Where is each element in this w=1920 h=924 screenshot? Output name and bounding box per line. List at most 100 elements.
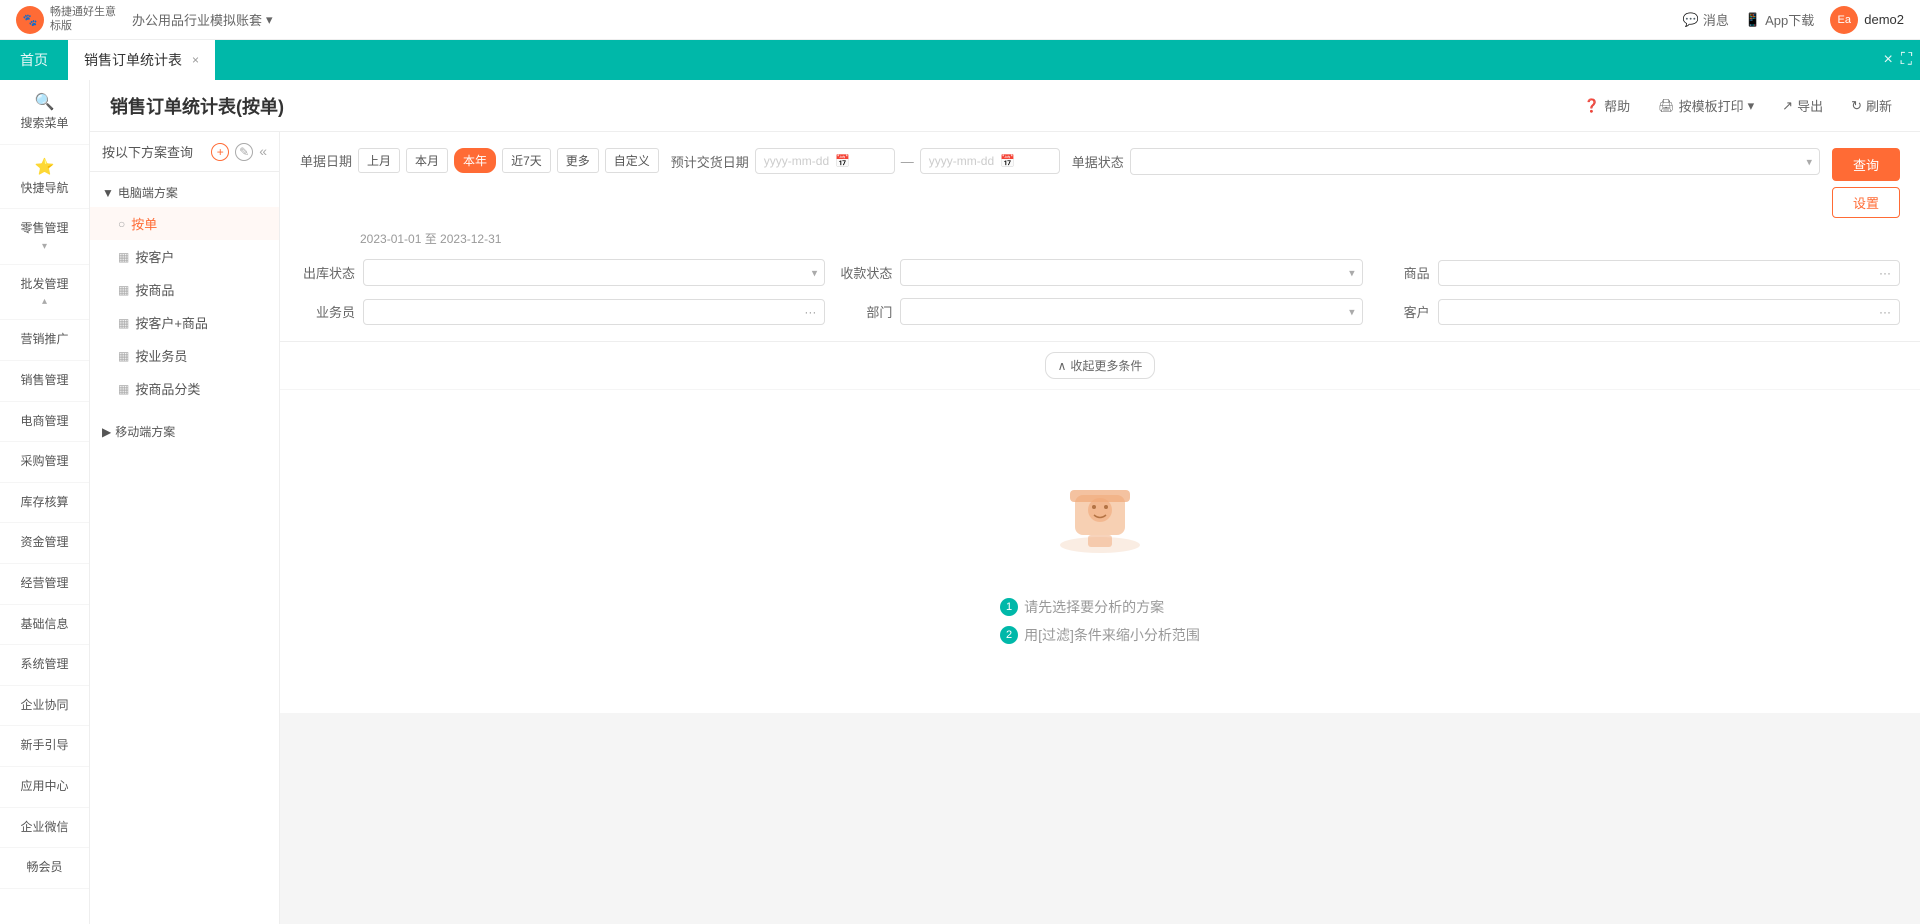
sidebar-item-search[interactable]: 🔍 搜索菜单	[0, 80, 89, 145]
sidebar-item-sales[interactable]: 销售管理	[0, 361, 89, 402]
date-this-year-btn[interactable]: 本年	[454, 148, 496, 173]
help-button[interactable]: ❓ 帮助	[1576, 92, 1638, 119]
app-selector[interactable]: 办公用品行业模拟账套 ▾	[124, 6, 281, 33]
edit-scheme-button[interactable]: ✎	[235, 143, 253, 161]
page-actions: ❓ 帮助 🖨 按模板打印 ▾ ↗ 导出 ↻ 刷新	[1576, 92, 1900, 119]
pc-group-label: 电脑端方案	[118, 184, 178, 201]
payment-status-label: 收款状态	[837, 263, 892, 282]
message-button[interactable]: 💬 消息	[1683, 10, 1729, 29]
date-end-input[interactable]: yyyy-mm-dd 📅	[920, 148, 1060, 174]
payment-status-select[interactable]	[900, 259, 1362, 286]
customer-label: 客户	[1375, 302, 1430, 321]
collapse-bar: ∧ 收起更多条件	[280, 341, 1920, 389]
app-download-button[interactable]: 📱 App下载	[1745, 10, 1814, 29]
collapse-scheme-button[interactable]: «	[259, 143, 267, 161]
scheme-item-product[interactable]: ▦ 按商品	[90, 273, 279, 306]
content-area: 销售订单统计表(按单) ❓ 帮助 🖨 按模板打印 ▾ ↗ 导出 ↻ 刷新	[90, 80, 1920, 924]
date-more-btn[interactable]: 更多	[557, 148, 599, 173]
sidebar-item-wholesale[interactable]: 批发管理 ▴	[0, 265, 89, 321]
customer-cell: 客户 ···	[1375, 299, 1900, 325]
scheme-item-salesperson[interactable]: ▦ 按业务员	[90, 339, 279, 372]
export-label: 导出	[1797, 96, 1823, 115]
app-selector-label: 办公用品行业模拟账套	[132, 10, 262, 29]
mobile-group-title[interactable]: ▶ 移动端方案	[90, 417, 279, 446]
sidebar-item-purchase[interactable]: 采购管理	[0, 442, 89, 483]
sidebar-item-operations[interactable]: 经营管理	[0, 564, 89, 605]
date-custom-btn[interactable]: 自定义	[605, 148, 659, 173]
active-tab-label: 销售订单统计表	[84, 50, 182, 70]
search-label: 搜索菜单	[20, 116, 68, 132]
add-scheme-button[interactable]: +	[211, 143, 229, 161]
date-last-month-btn[interactable]: 上月	[358, 148, 400, 173]
ship-status-cell: 出库状态	[300, 259, 825, 286]
salesperson-cell: 业务员 ···	[300, 299, 825, 325]
calendar-icon: 📅	[835, 154, 850, 168]
salesperson-more-btn[interactable]: ···	[804, 305, 816, 319]
customer-more-btn[interactable]: ···	[1879, 305, 1891, 319]
grid-icon: ▦	[118, 250, 129, 264]
date-range-display: 2023-01-01 至 2023-12-31	[300, 230, 1900, 247]
refresh-label: 刷新	[1866, 96, 1892, 115]
product-more-btn[interactable]: ···	[1879, 266, 1891, 280]
export-button[interactable]: ↗ 导出	[1774, 92, 1831, 119]
dept-select[interactable]	[900, 298, 1362, 325]
search-icon: 🔍	[35, 92, 55, 112]
date-last-7-btn[interactable]: 近7天	[502, 148, 551, 173]
settings-button[interactable]: 设置	[1832, 187, 1900, 218]
sidebar-item-system[interactable]: 系统管理	[0, 645, 89, 686]
export-icon: ↗	[1782, 98, 1793, 114]
date-start-input[interactable]: yyyy-mm-dd 📅	[755, 148, 895, 174]
product-cell: 商品 ···	[1375, 260, 1900, 286]
pc-group-title[interactable]: ▼ 电脑端方案	[90, 178, 279, 207]
date-this-month-btn[interactable]: 本月	[406, 148, 448, 173]
sidebar-item-nav[interactable]: ⭐ 快捷导航	[0, 145, 89, 210]
scheme-item-single[interactable]: ○ 按单	[90, 207, 279, 240]
help-label: 帮助	[1604, 96, 1630, 115]
scheme-item-customer[interactable]: ▦ 按客户	[90, 240, 279, 273]
tab-close-button[interactable]: ×	[192, 53, 199, 67]
sidebar-item-app-center[interactable]: 应用中心	[0, 767, 89, 808]
sidebar-item-inventory[interactable]: 库存核算	[0, 483, 89, 524]
sidebar-item-finance[interactable]: 资金管理	[0, 523, 89, 564]
date-start-placeholder: yyyy-mm-dd	[764, 154, 829, 168]
user-profile[interactable]: Ea demo2	[1830, 6, 1904, 34]
calendar-icon: 📅	[1000, 154, 1015, 168]
sidebar-item-newbie[interactable]: 新手引导	[0, 726, 89, 767]
ship-status-select[interactable]	[363, 259, 825, 286]
tip1-num: 1	[1000, 598, 1018, 616]
top-bar: 🐾 畅捷通好生意 标版 办公用品行业模拟账套 ▾ 💬 消息 📱 App下载 Ea…	[0, 0, 1920, 40]
payment-status-cell: 收款状态	[837, 259, 1362, 286]
app-download-label: App下载	[1765, 10, 1814, 29]
tip2-num: 2	[1000, 626, 1018, 644]
filter-row-2: 出库状态 收款状态	[300, 259, 1900, 286]
collapse-button[interactable]: ∧ 收起更多条件	[1045, 352, 1156, 379]
filter-area: 单据日期 上月 本月 本年 近7天 更多 自定义 预计交货日期 yyyy-mm-…	[280, 132, 1920, 341]
ship-status-label: 出库状态	[300, 263, 355, 282]
chevron-down-icon: ▾	[42, 241, 47, 252]
logo-text: 畅捷通好生意 标版	[50, 6, 116, 32]
query-button[interactable]: 查询	[1832, 148, 1900, 181]
scheme-item-customer-product[interactable]: ▦ 按客户+商品	[90, 306, 279, 339]
sidebar-item-ecommerce[interactable]: 电商管理	[0, 402, 89, 443]
dept-cell: 部门	[837, 298, 1362, 325]
user-name: demo2	[1864, 12, 1904, 27]
sidebar-item-wechat[interactable]: 企业微信	[0, 808, 89, 849]
print-button[interactable]: 🖨 按模板打印 ▾	[1650, 92, 1762, 119]
refresh-icon: ↻	[1851, 98, 1862, 114]
status-select[interactable]	[1130, 148, 1820, 175]
scheme-item-category[interactable]: ▦ 按商品分类	[90, 372, 279, 405]
date-separator: —	[901, 154, 914, 169]
maximize-icon[interactable]: ⛶	[1901, 51, 1912, 69]
minimize-icon[interactable]: ×	[1883, 51, 1892, 69]
tab-home[interactable]: 首页	[0, 40, 68, 80]
message-icon: 💬	[1683, 12, 1699, 28]
sidebar-item-enterprise[interactable]: 企业协同	[0, 686, 89, 727]
scheme-header: 按以下方案查询 + ✎ «	[90, 132, 279, 172]
refresh-button[interactable]: ↻ 刷新	[1843, 92, 1900, 119]
sidebar-item-marketing[interactable]: 营销推广	[0, 320, 89, 361]
empty-tips: 1 请先选择要分析的方案 2 用[过滤]条件来缩小分析范围	[1000, 597, 1200, 653]
sidebar-item-retail[interactable]: 零售管理 ▾	[0, 209, 89, 265]
sidebar-item-basic[interactable]: 基础信息	[0, 605, 89, 646]
tab-active[interactable]: 销售订单统计表 ×	[68, 40, 215, 80]
sidebar-item-member[interactable]: 畅会员	[0, 848, 89, 889]
